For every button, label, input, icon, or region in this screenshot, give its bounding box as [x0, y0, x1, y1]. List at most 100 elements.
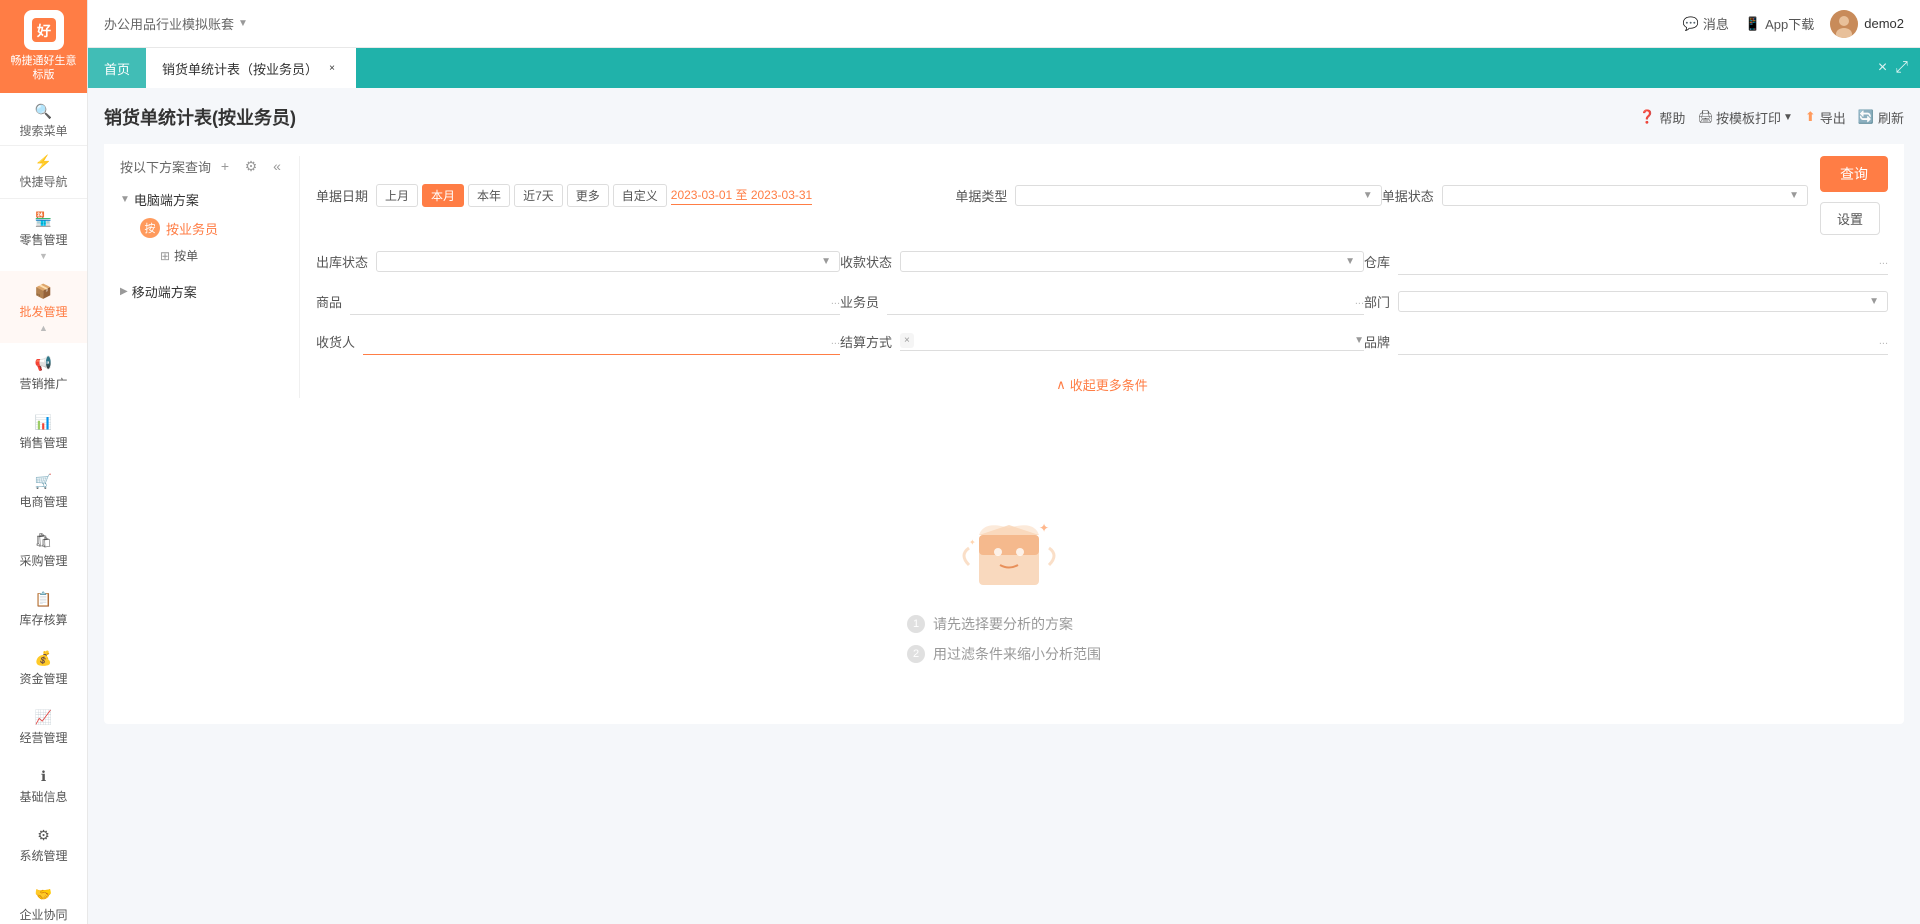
brand-filter: 品牌 ... — [1364, 327, 1888, 355]
filter-sidebar: 按以下方案查询 + ⚙ « ▼ 电脑端方案 — [120, 156, 300, 398]
brand-more-btn[interactable]: ... — [1879, 335, 1888, 347]
date-more-btn[interactable]: 更多 — [567, 184, 609, 207]
goods-input[interactable] — [350, 289, 831, 312]
bill-status-select[interactable]: ▼ — [1442, 185, 1808, 206]
app-download-btn[interactable]: 📱 App下载 — [1745, 14, 1814, 33]
sidebar-item-ecommerce[interactable]: 🛒 电商管理 — [0, 461, 87, 520]
sidebar-label: 系统管理 — [19, 847, 67, 864]
bill-status-label: 单据状态 — [1382, 186, 1434, 205]
salesperson-input[interactable] — [887, 289, 1355, 312]
sidebar-item-sales[interactable]: 📊 销售管理 — [0, 402, 87, 461]
brand-label: 品牌 — [1364, 332, 1390, 351]
page: 销货单统计表(按业务员) ❓ 帮助 🖨 按模板打印 ▼ ⬆ 导出 — [88, 88, 1920, 924]
sidebar-item-finance[interactable]: 💰 资金管理 — [0, 638, 87, 697]
filter-panel: 按以下方案查询 + ⚙ « ▼ 电脑端方案 — [104, 144, 1904, 410]
bill-scheme-item[interactable]: ⊞ 按单 — [120, 243, 287, 268]
consignee-more-btn[interactable]: ... — [831, 335, 840, 347]
filter-sidebar-title: 按以下方案查询 + ⚙ « — [120, 156, 287, 176]
export-icon: ⬆ — [1805, 109, 1816, 125]
tab-minimize-btn[interactable]: × — [1878, 60, 1887, 76]
sidebar-item-purchase[interactable]: 🛍 采购管理 — [0, 520, 87, 579]
salesperson-label: 业务员 — [840, 292, 879, 311]
sidebar-label: 经营管理 — [19, 729, 67, 746]
page-header-actions: ❓ 帮助 🖨 按模板打印 ▼ ⬆ 导出 🔄 刷新 — [1639, 108, 1904, 127]
sidebar-item-inventory[interactable]: 📋 库存核算 — [0, 579, 87, 638]
payment-dropdown-icon: ▼ — [1354, 335, 1364, 346]
tab-sales-stats[interactable]: 销货单统计表（按业务员） × — [146, 48, 356, 88]
warehouse-label: 仓库 — [1364, 252, 1390, 271]
pc-scheme-label[interactable]: ▼ 电脑端方案 — [120, 186, 287, 213]
payment-tag[interactable]: × — [900, 333, 914, 348]
message-btn[interactable]: 💬 消息 — [1683, 14, 1729, 33]
date-this-month-btn[interactable]: 本月 — [422, 184, 464, 207]
company-name: 办公用品行业模拟账套 — [104, 14, 234, 33]
user-menu[interactable]: demo2 — [1830, 10, 1904, 38]
receipt-status-label: 收款状态 — [840, 252, 892, 271]
sidebar: 好 畅捷通好生意 标版 🔍 搜索菜单 ⚡ 快捷导航 🏪 零售管理 ▼ 📦 批发管… — [0, 0, 88, 924]
topbar-left: 办公用品行业模拟账套 ▼ — [104, 14, 248, 33]
warehouse-more-btn[interactable]: ... — [1879, 255, 1888, 267]
topbar: 办公用品行业模拟账套 ▼ 💬 消息 📱 App下载 — [88, 0, 1920, 48]
scheme-settings-btn[interactable]: ⚙ — [241, 156, 261, 176]
tab-home[interactable]: 首页 — [88, 48, 146, 88]
collapse-sidebar-btn[interactable]: « — [267, 156, 287, 176]
add-scheme-btn[interactable]: + — [215, 156, 235, 176]
salesperson-scheme-item[interactable]: 按 按业务员 — [120, 213, 287, 243]
date-last-month-btn[interactable]: 上月 — [376, 184, 418, 207]
refresh-icon: 🔄 — [1858, 109, 1874, 125]
receipt-status-select[interactable]: ▼ — [900, 251, 1364, 272]
goods-more-btn[interactable]: ... — [831, 295, 840, 307]
query-button[interactable]: 查询 — [1820, 156, 1888, 192]
sidebar-item-enterprise[interactable]: 🤝 企业协同 — [0, 874, 87, 924]
active-tab-label: 销货单统计表（按业务员） — [162, 59, 318, 78]
sidebar-search-btn[interactable]: 🔍 搜索菜单 — [0, 93, 87, 146]
empty-illustration: ✦ ✦ — [954, 490, 1054, 590]
sidebar-item-operations[interactable]: 📈 经营管理 — [0, 697, 87, 756]
payment-tag-close[interactable]: × — [904, 335, 910, 346]
sidebar-item-system[interactable]: ⚙ 系统管理 — [0, 815, 87, 874]
topbar-right: 💬 消息 📱 App下载 demo2 — [1683, 10, 1904, 38]
message-icon: 💬 — [1683, 16, 1699, 32]
sidebar-label: 库存核算 — [19, 611, 67, 628]
filter-sidebar-actions: + ⚙ « — [215, 156, 287, 176]
sidebar-logo[interactable]: 好 畅捷通好生意 标版 — [0, 0, 87, 93]
template-print-btn[interactable]: 🖨 按模板打印 ▼ — [1697, 108, 1792, 127]
date-this-year-btn[interactable]: 本年 — [468, 184, 510, 207]
tab-close-icon[interactable]: × — [324, 60, 340, 76]
date-last7-btn[interactable]: 近7天 — [514, 184, 563, 207]
out-status-select[interactable]: ▼ — [376, 251, 840, 272]
download-icon: 📱 — [1745, 16, 1761, 32]
consignee-control: ... — [363, 327, 840, 355]
tab-maximize-btn[interactable]: ⤢ — [1895, 60, 1908, 76]
out-status-filter: 出库状态 ▼ — [316, 251, 840, 272]
department-select[interactable]: ▼ — [1398, 291, 1888, 312]
print-icon: 🖨 — [1697, 109, 1714, 125]
settings-button[interactable]: 设置 — [1820, 202, 1880, 235]
sidebar-item-wholesale[interactable]: 📦 批发管理 ▲ — [0, 271, 87, 343]
filter-tree: ▼ 电脑端方案 按 按业务员 ⊞ 按单 — [120, 186, 287, 305]
mobile-scheme-label[interactable]: ▶ 移动端方案 — [120, 278, 287, 305]
bill-status-filter: 单据状态 ▼ — [1382, 185, 1808, 206]
main-content: 办公用品行业模拟账套 ▼ 💬 消息 📱 App下载 — [88, 0, 1920, 924]
bill-type-select[interactable]: ▼ — [1015, 185, 1381, 206]
warehouse-input[interactable] — [1398, 249, 1879, 272]
filter-row-2: 出库状态 ▼ 收款状态 — [316, 247, 1888, 275]
date-filter: 单据日期 上月 本月 本年 近7天 更多 自定义 2023-03-01 至 20… — [316, 184, 955, 207]
help-btn[interactable]: ❓ 帮助 — [1639, 108, 1685, 127]
salesperson-more-btn[interactable]: ... — [1355, 295, 1364, 307]
refresh-btn[interactable]: 🔄 刷新 — [1858, 108, 1904, 127]
sidebar-item-retail[interactable]: 🏪 零售管理 ▼ — [0, 199, 87, 271]
sidebar-quick-nav[interactable]: ⚡ 快捷导航 — [0, 146, 87, 199]
sidebar-item-marketing[interactable]: 📢 营销推广 — [0, 343, 87, 402]
collapse-conditions-row[interactable]: ∧ 收起更多条件 — [316, 367, 1888, 398]
export-btn[interactable]: ⬆ 导出 — [1805, 108, 1846, 127]
date-label: 单据日期 — [316, 186, 368, 205]
sidebar-item-basic-info[interactable]: ℹ 基础信息 — [0, 756, 87, 815]
consignee-input[interactable] — [363, 329, 831, 352]
company-selector[interactable]: 办公用品行业模拟账套 ▼ — [104, 14, 248, 33]
salesperson-scheme-icon: 按 — [140, 218, 160, 238]
brand-input[interactable] — [1398, 329, 1879, 352]
sidebar-label: 营销推广 — [19, 375, 67, 392]
svg-text:好: 好 — [36, 23, 51, 39]
date-custom-btn[interactable]: 自定义 — [613, 184, 667, 207]
